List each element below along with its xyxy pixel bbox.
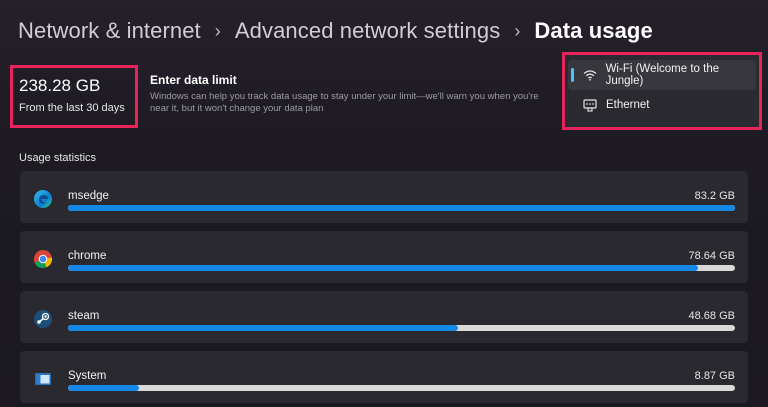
breadcrumb-advanced-network-settings[interactable]: Advanced network settings bbox=[235, 18, 500, 44]
usage-bar-fill bbox=[68, 385, 140, 391]
chevron-right-icon: › bbox=[214, 20, 221, 41]
edge-icon bbox=[33, 189, 53, 209]
breadcrumb: Network & internet › Advanced network se… bbox=[18, 18, 653, 44]
wifi-icon bbox=[582, 68, 598, 82]
network-option-ethernet[interactable]: Ethernet bbox=[568, 90, 756, 120]
app-usage-size: 83.2 GB bbox=[694, 190, 735, 202]
usage-bar bbox=[68, 205, 735, 211]
app-usage-size: 78.64 GB bbox=[688, 250, 735, 262]
network-select-dropdown: Wi-Fi (Welcome to the Jungle) Ethernet bbox=[562, 52, 762, 130]
usage-period: From the last 30 days bbox=[19, 102, 125, 114]
app-name: chrome bbox=[68, 250, 107, 262]
network-option-label: Ethernet bbox=[606, 99, 650, 111]
usage-bar-fill bbox=[68, 265, 699, 271]
ethernet-icon bbox=[582, 98, 598, 112]
network-option-wifi[interactable]: Wi-Fi (Welcome to the Jungle) bbox=[568, 60, 756, 90]
app-name: msedge bbox=[68, 190, 109, 202]
usage-bar-fill bbox=[68, 325, 459, 331]
app-name: steam bbox=[68, 310, 100, 322]
usage-statistics-heading: Usage statistics bbox=[19, 152, 97, 164]
page-title: Data usage bbox=[534, 18, 653, 43]
system-icon bbox=[33, 369, 53, 389]
app-usage-size: 8.87 GB bbox=[694, 370, 735, 382]
total-usage-value: 238.28 GB bbox=[19, 76, 101, 95]
usage-row-system[interactable]: System 8.87 GB bbox=[20, 351, 748, 403]
chevron-right-icon: › bbox=[514, 20, 521, 41]
data-limit-description: Windows can help you track data usage to… bbox=[150, 91, 539, 114]
usage-row-chrome[interactable]: chrome 78.64 GB bbox=[20, 231, 748, 283]
steam-icon bbox=[33, 309, 53, 329]
usage-bar-fill bbox=[68, 205, 735, 211]
usage-bar bbox=[68, 265, 735, 271]
breadcrumb-network-internet[interactable]: Network & internet bbox=[18, 18, 201, 44]
app-name: System bbox=[68, 370, 107, 382]
data-limit-section: Enter data limit Windows can help you tr… bbox=[150, 73, 570, 115]
app-usage-size: 48.68 GB bbox=[688, 310, 735, 322]
usage-bar bbox=[68, 325, 735, 331]
usage-row-msedge[interactable]: msedge 83.2 GB bbox=[20, 171, 748, 223]
usage-bar bbox=[68, 385, 735, 391]
chrome-icon bbox=[33, 249, 53, 269]
network-option-label: Wi-Fi (Welcome to the Jungle) bbox=[605, 63, 720, 87]
data-usage-summary: 238.28 GB From the last 30 days bbox=[10, 65, 138, 128]
usage-statistics-list: msedge 83.2 GB chrome 78.64 GB steam 48.… bbox=[20, 171, 748, 407]
data-limit-title: Enter data limit bbox=[150, 73, 237, 87]
usage-row-steam[interactable]: steam 48.68 GB bbox=[20, 291, 748, 343]
